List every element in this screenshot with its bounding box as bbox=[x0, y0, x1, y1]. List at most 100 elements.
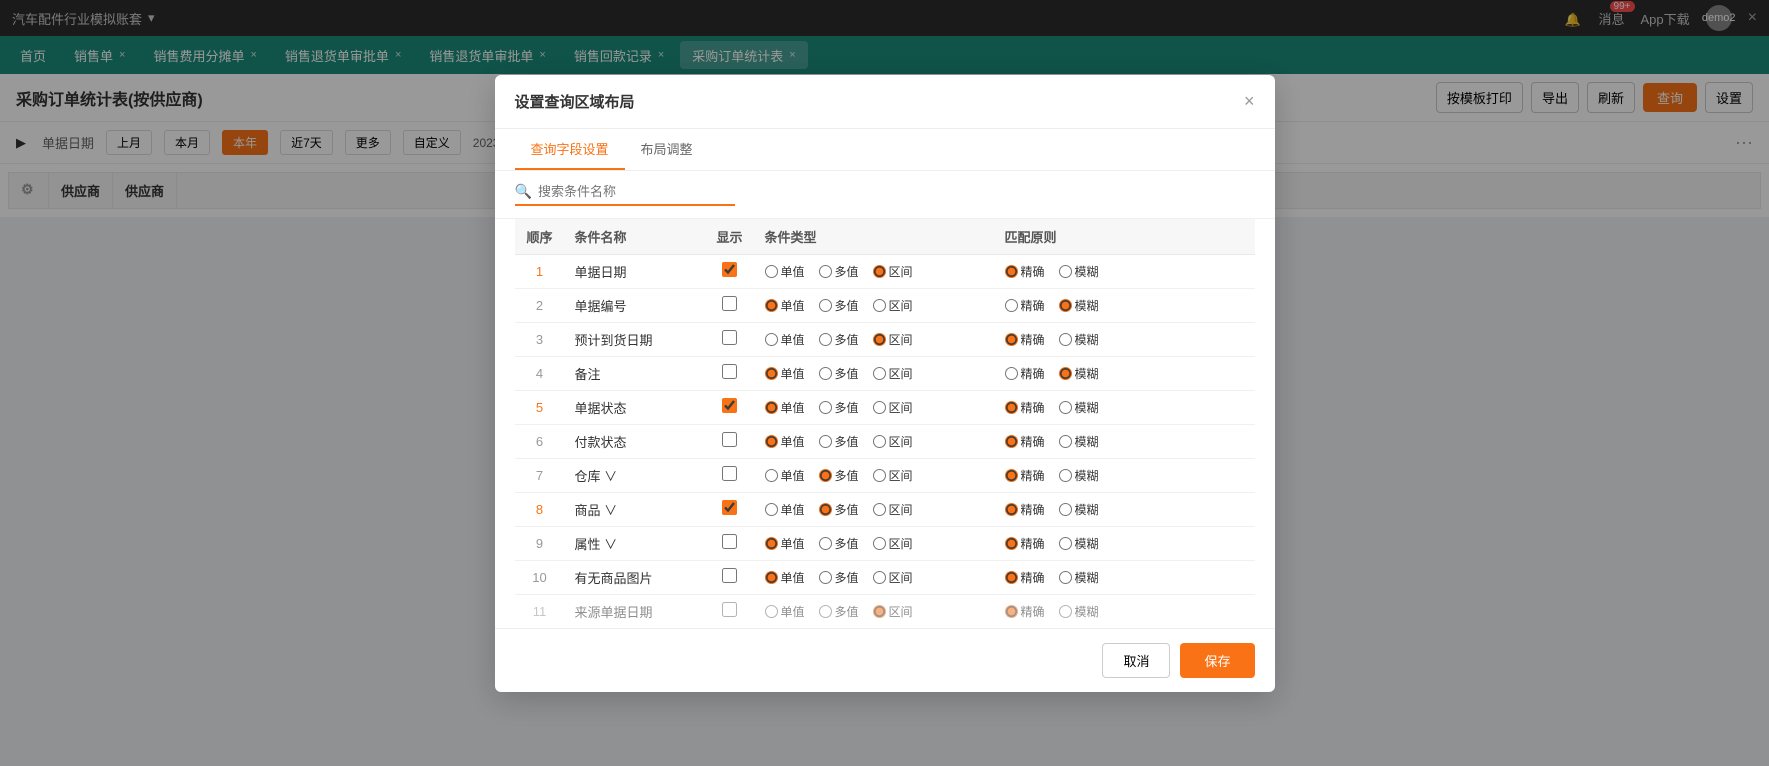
type-radio[interactable] bbox=[819, 401, 832, 414]
match-radio-item[interactable]: 精确 bbox=[1005, 331, 1045, 348]
match-radio[interactable] bbox=[1005, 401, 1018, 414]
type-radio[interactable] bbox=[819, 333, 832, 346]
tab-layout-adjust[interactable]: 布局调整 bbox=[625, 129, 709, 170]
type-radio-item[interactable]: 区间 bbox=[873, 365, 913, 382]
type-radio[interactable] bbox=[873, 265, 886, 278]
type-radio[interactable] bbox=[819, 571, 832, 584]
type-radio[interactable] bbox=[765, 605, 778, 618]
type-radio[interactable] bbox=[873, 435, 886, 448]
type-radio-item[interactable]: 区间 bbox=[873, 603, 913, 620]
match-radio-item[interactable]: 精确 bbox=[1005, 297, 1045, 314]
save-button[interactable]: 保存 bbox=[1180, 643, 1254, 678]
match-radio[interactable] bbox=[1059, 265, 1072, 278]
match-radio[interactable] bbox=[1005, 605, 1018, 618]
type-radio[interactable] bbox=[873, 367, 886, 380]
display-checkbox[interactable] bbox=[722, 262, 737, 277]
type-radio-item[interactable]: 区间 bbox=[873, 535, 913, 552]
match-radio-item[interactable]: 模糊 bbox=[1059, 569, 1099, 586]
match-radio[interactable] bbox=[1005, 571, 1018, 584]
match-radio-item[interactable]: 模糊 bbox=[1059, 331, 1099, 348]
match-radio-item[interactable]: 精确 bbox=[1005, 535, 1045, 552]
display-checkbox[interactable] bbox=[722, 500, 737, 515]
type-radio-item[interactable]: 单值 bbox=[765, 365, 805, 382]
type-radio[interactable] bbox=[765, 435, 778, 448]
match-radio[interactable] bbox=[1005, 265, 1018, 278]
type-radio-item[interactable]: 多值 bbox=[819, 331, 859, 348]
match-radio[interactable] bbox=[1059, 333, 1072, 346]
type-radio-item[interactable]: 多值 bbox=[819, 501, 859, 518]
type-radio-item[interactable]: 区间 bbox=[873, 433, 913, 450]
cancel-button[interactable]: 取消 bbox=[1102, 643, 1170, 678]
type-radio-item[interactable]: 单值 bbox=[765, 603, 805, 620]
type-radio-item[interactable]: 单值 bbox=[765, 331, 805, 348]
match-radio-item[interactable]: 模糊 bbox=[1059, 365, 1099, 382]
match-radio-item[interactable]: 模糊 bbox=[1059, 467, 1099, 484]
match-radio[interactable] bbox=[1059, 299, 1072, 312]
type-radio-item[interactable]: 单值 bbox=[765, 263, 805, 280]
type-radio[interactable] bbox=[819, 605, 832, 618]
type-radio[interactable] bbox=[765, 469, 778, 482]
search-input[interactable] bbox=[538, 184, 718, 199]
match-radio-item[interactable]: 模糊 bbox=[1059, 399, 1099, 416]
type-radio-item[interactable]: 多值 bbox=[819, 399, 859, 416]
match-radio-item[interactable]: 精确 bbox=[1005, 399, 1045, 416]
type-radio-item[interactable]: 多值 bbox=[819, 433, 859, 450]
match-radio[interactable] bbox=[1005, 299, 1018, 312]
type-radio[interactable] bbox=[873, 503, 886, 516]
modal-close-button[interactable]: × bbox=[1244, 91, 1255, 112]
type-radio[interactable] bbox=[765, 503, 778, 516]
display-checkbox[interactable] bbox=[722, 330, 737, 345]
type-radio-item[interactable]: 单值 bbox=[765, 399, 805, 416]
match-radio-item[interactable]: 精确 bbox=[1005, 433, 1045, 450]
match-radio[interactable] bbox=[1005, 333, 1018, 346]
type-radio[interactable] bbox=[819, 435, 832, 448]
match-radio-item[interactable]: 模糊 bbox=[1059, 603, 1099, 620]
type-radio[interactable] bbox=[819, 469, 832, 482]
type-radio-item[interactable]: 多值 bbox=[819, 569, 859, 586]
match-radio[interactable] bbox=[1005, 435, 1018, 448]
type-radio-item[interactable]: 多值 bbox=[819, 263, 859, 280]
match-radio[interactable] bbox=[1005, 503, 1018, 516]
match-radio[interactable] bbox=[1059, 401, 1072, 414]
type-radio[interactable] bbox=[765, 367, 778, 380]
match-radio-item[interactable]: 精确 bbox=[1005, 263, 1045, 280]
type-radio-item[interactable]: 单值 bbox=[765, 467, 805, 484]
type-radio[interactable] bbox=[873, 299, 886, 312]
type-radio-item[interactable]: 单值 bbox=[765, 569, 805, 586]
display-checkbox[interactable] bbox=[722, 534, 737, 549]
type-radio[interactable] bbox=[765, 401, 778, 414]
match-radio[interactable] bbox=[1005, 537, 1018, 550]
type-radio[interactable] bbox=[765, 265, 778, 278]
match-radio[interactable] bbox=[1059, 605, 1072, 618]
type-radio[interactable] bbox=[765, 333, 778, 346]
match-radio[interactable] bbox=[1059, 367, 1072, 380]
display-checkbox[interactable] bbox=[722, 466, 737, 481]
type-radio-item[interactable]: 区间 bbox=[873, 263, 913, 280]
type-radio[interactable] bbox=[873, 537, 886, 550]
type-radio-item[interactable]: 区间 bbox=[873, 331, 913, 348]
type-radio-item[interactable]: 多值 bbox=[819, 535, 859, 552]
match-radio-item[interactable]: 精确 bbox=[1005, 365, 1045, 382]
type-radio[interactable] bbox=[819, 503, 832, 516]
type-radio-item[interactable]: 区间 bbox=[873, 297, 913, 314]
match-radio-item[interactable]: 精确 bbox=[1005, 501, 1045, 518]
type-radio[interactable] bbox=[765, 571, 778, 584]
match-radio-item[interactable]: 精确 bbox=[1005, 603, 1045, 620]
display-checkbox[interactable] bbox=[722, 296, 737, 311]
type-radio-item[interactable]: 单值 bbox=[765, 501, 805, 518]
match-radio[interactable] bbox=[1059, 537, 1072, 550]
match-radio-item[interactable]: 模糊 bbox=[1059, 433, 1099, 450]
type-radio[interactable] bbox=[873, 401, 886, 414]
display-checkbox[interactable] bbox=[722, 568, 737, 583]
type-radio[interactable] bbox=[873, 333, 886, 346]
display-checkbox[interactable] bbox=[722, 364, 737, 379]
type-radio[interactable] bbox=[873, 571, 886, 584]
match-radio[interactable] bbox=[1059, 503, 1072, 516]
type-radio[interactable] bbox=[819, 537, 832, 550]
match-radio-item[interactable]: 模糊 bbox=[1059, 297, 1099, 314]
match-radio[interactable] bbox=[1005, 367, 1018, 380]
match-radio[interactable] bbox=[1059, 571, 1072, 584]
display-checkbox[interactable] bbox=[722, 398, 737, 413]
type-radio[interactable] bbox=[873, 469, 886, 482]
type-radio[interactable] bbox=[819, 299, 832, 312]
